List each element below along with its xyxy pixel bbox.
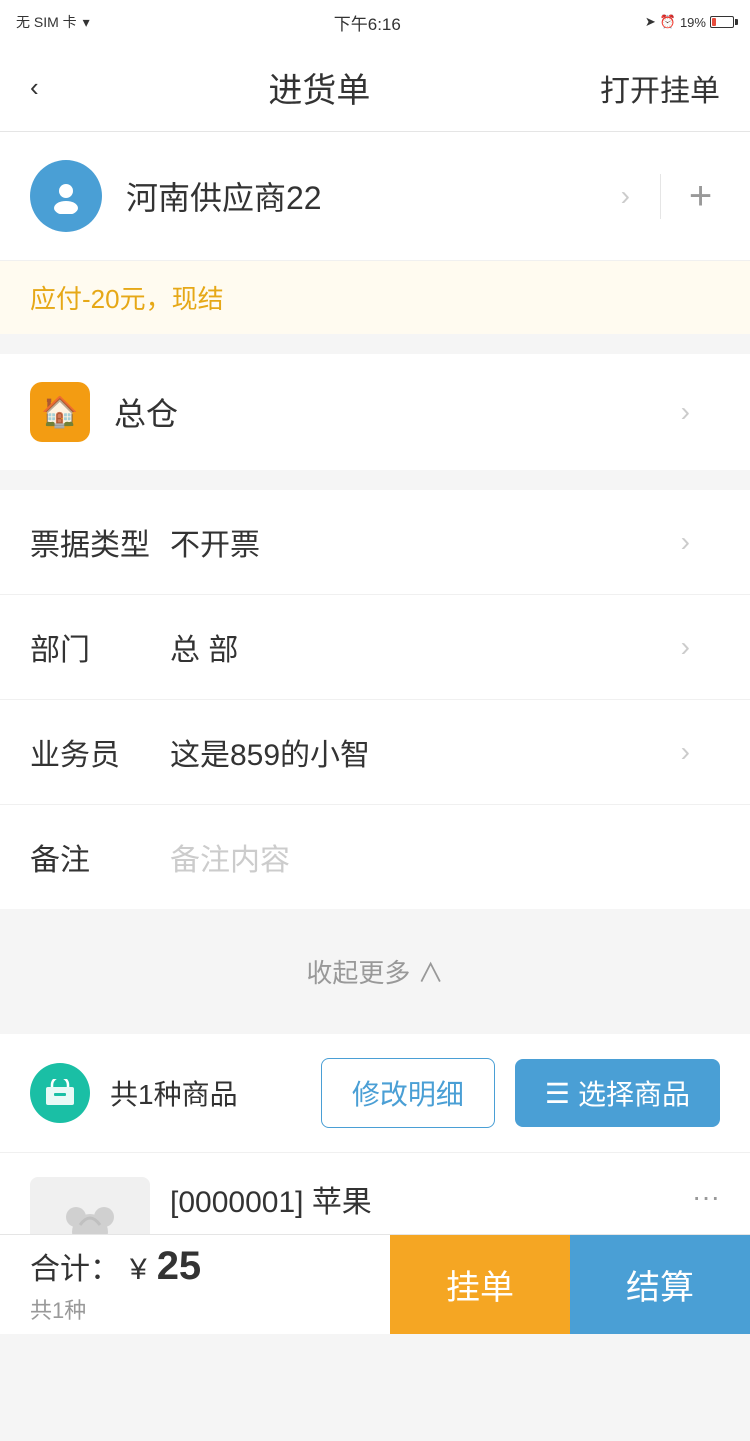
battery-icon	[710, 16, 734, 28]
supplier-avatar	[30, 160, 102, 232]
product-count-text: 共1种商品	[110, 1073, 301, 1113]
total-prefix: ¥	[130, 1253, 147, 1287]
form-section: 票据类型 不开票 › 部门 总 部 › 业务员 这是859的小智 › 备注 备注…	[0, 490, 750, 909]
page-title: 进货单	[268, 63, 370, 112]
supplier-name: 河南供应商22	[126, 173, 621, 219]
product-section-icon	[30, 1063, 90, 1123]
select-product-icon: ☰	[545, 1077, 570, 1110]
wifi-icon: ▾	[83, 14, 90, 31]
salesperson-label: 业务员	[30, 730, 150, 774]
battery-text: 19%	[680, 15, 706, 30]
status-left: 无 SIM 卡 ▾	[16, 12, 90, 32]
notice-bar: 应付-20元，现结	[0, 261, 750, 334]
remark-label: 备注	[30, 835, 150, 879]
alarm-icon: ⏰	[660, 14, 676, 30]
warehouse-name: 总仓	[114, 389, 681, 435]
department-label: 部门	[30, 625, 150, 669]
product-title: 苹果	[312, 1186, 372, 1219]
invoice-type-value: 不开票	[170, 520, 681, 564]
edit-detail-button[interactable]: 修改明细	[321, 1058, 495, 1128]
product-name: [0000001] 苹果	[170, 1177, 672, 1221]
nav-bar: ‹ 进货单 打开挂单	[0, 44, 750, 132]
department-value: 总 部	[170, 625, 681, 669]
notice-text: 应付-20元，现结	[30, 284, 224, 314]
back-button[interactable]: ‹	[30, 72, 39, 103]
warehouse-row[interactable]: 🏠 总仓 ›	[0, 354, 750, 470]
pending-label: 挂单	[446, 1260, 514, 1309]
total-amount: 25	[157, 1244, 202, 1289]
supplier-row[interactable]: 河南供应商22 › +	[0, 132, 750, 261]
product-id: [0000001]	[170, 1186, 303, 1219]
status-bar: 无 SIM 卡 ▾ 下午6:16 ➤ ⏰ 19%	[0, 0, 750, 44]
department-chevron-icon: ›	[681, 631, 690, 663]
supplier-chevron-icon: ›	[621, 180, 630, 212]
warehouse-icon: 🏠	[30, 382, 90, 442]
carrier-text: 无 SIM 卡	[16, 12, 77, 32]
warehouse-chevron-icon: ›	[681, 396, 690, 428]
salesperson-row[interactable]: 业务员 这是859的小智 ›	[0, 700, 750, 805]
invoice-type-label: 票据类型	[30, 520, 150, 564]
department-row[interactable]: 部门 总 部 ›	[0, 595, 750, 700]
salesperson-value: 这是859的小智	[170, 730, 681, 774]
total-label: 合计：	[30, 1244, 120, 1288]
invoice-type-row[interactable]: 票据类型 不开票 ›	[0, 490, 750, 595]
status-right: ➤ ⏰ 19%	[645, 14, 734, 30]
total-section: 合计： ¥ 25 共1种	[0, 1235, 390, 1334]
salesperson-chevron-icon: ›	[681, 736, 690, 768]
total-main: 合计： ¥ 25	[30, 1244, 360, 1289]
total-sub: 共1种	[30, 1293, 360, 1325]
add-supplier-button[interactable]: +	[660, 174, 720, 219]
open-pending-button[interactable]: 打开挂单	[600, 66, 720, 110]
remark-row[interactable]: 备注 备注内容	[0, 805, 750, 909]
status-time: 下午6:16	[334, 10, 401, 35]
supplier-section: 河南供应商22 › + 应付-20元，现结	[0, 132, 750, 334]
bottom-bar: 合计： ¥ 25 共1种 挂单 结算	[0, 1234, 750, 1334]
product-more-button[interactable]: ···	[692, 1177, 720, 1213]
pending-button[interactable]: 挂单	[390, 1235, 570, 1334]
product-header: 共1种商品 修改明细 ☰ 选择商品	[0, 1034, 750, 1152]
select-product-button[interactable]: ☰ 选择商品	[515, 1059, 720, 1127]
collapse-button[interactable]: 收起更多 ∧	[0, 929, 750, 1014]
warehouse-section: 🏠 总仓 ›	[0, 354, 750, 470]
invoice-chevron-icon: ›	[681, 526, 690, 558]
collapse-text: 收起更多 ∧	[306, 953, 443, 990]
settle-button[interactable]: 结算	[570, 1235, 750, 1334]
settle-label: 结算	[626, 1260, 694, 1309]
location-icon: ➤	[645, 14, 656, 30]
select-product-label: 选择商品	[578, 1073, 690, 1113]
remark-value[interactable]: 备注内容	[170, 835, 720, 879]
